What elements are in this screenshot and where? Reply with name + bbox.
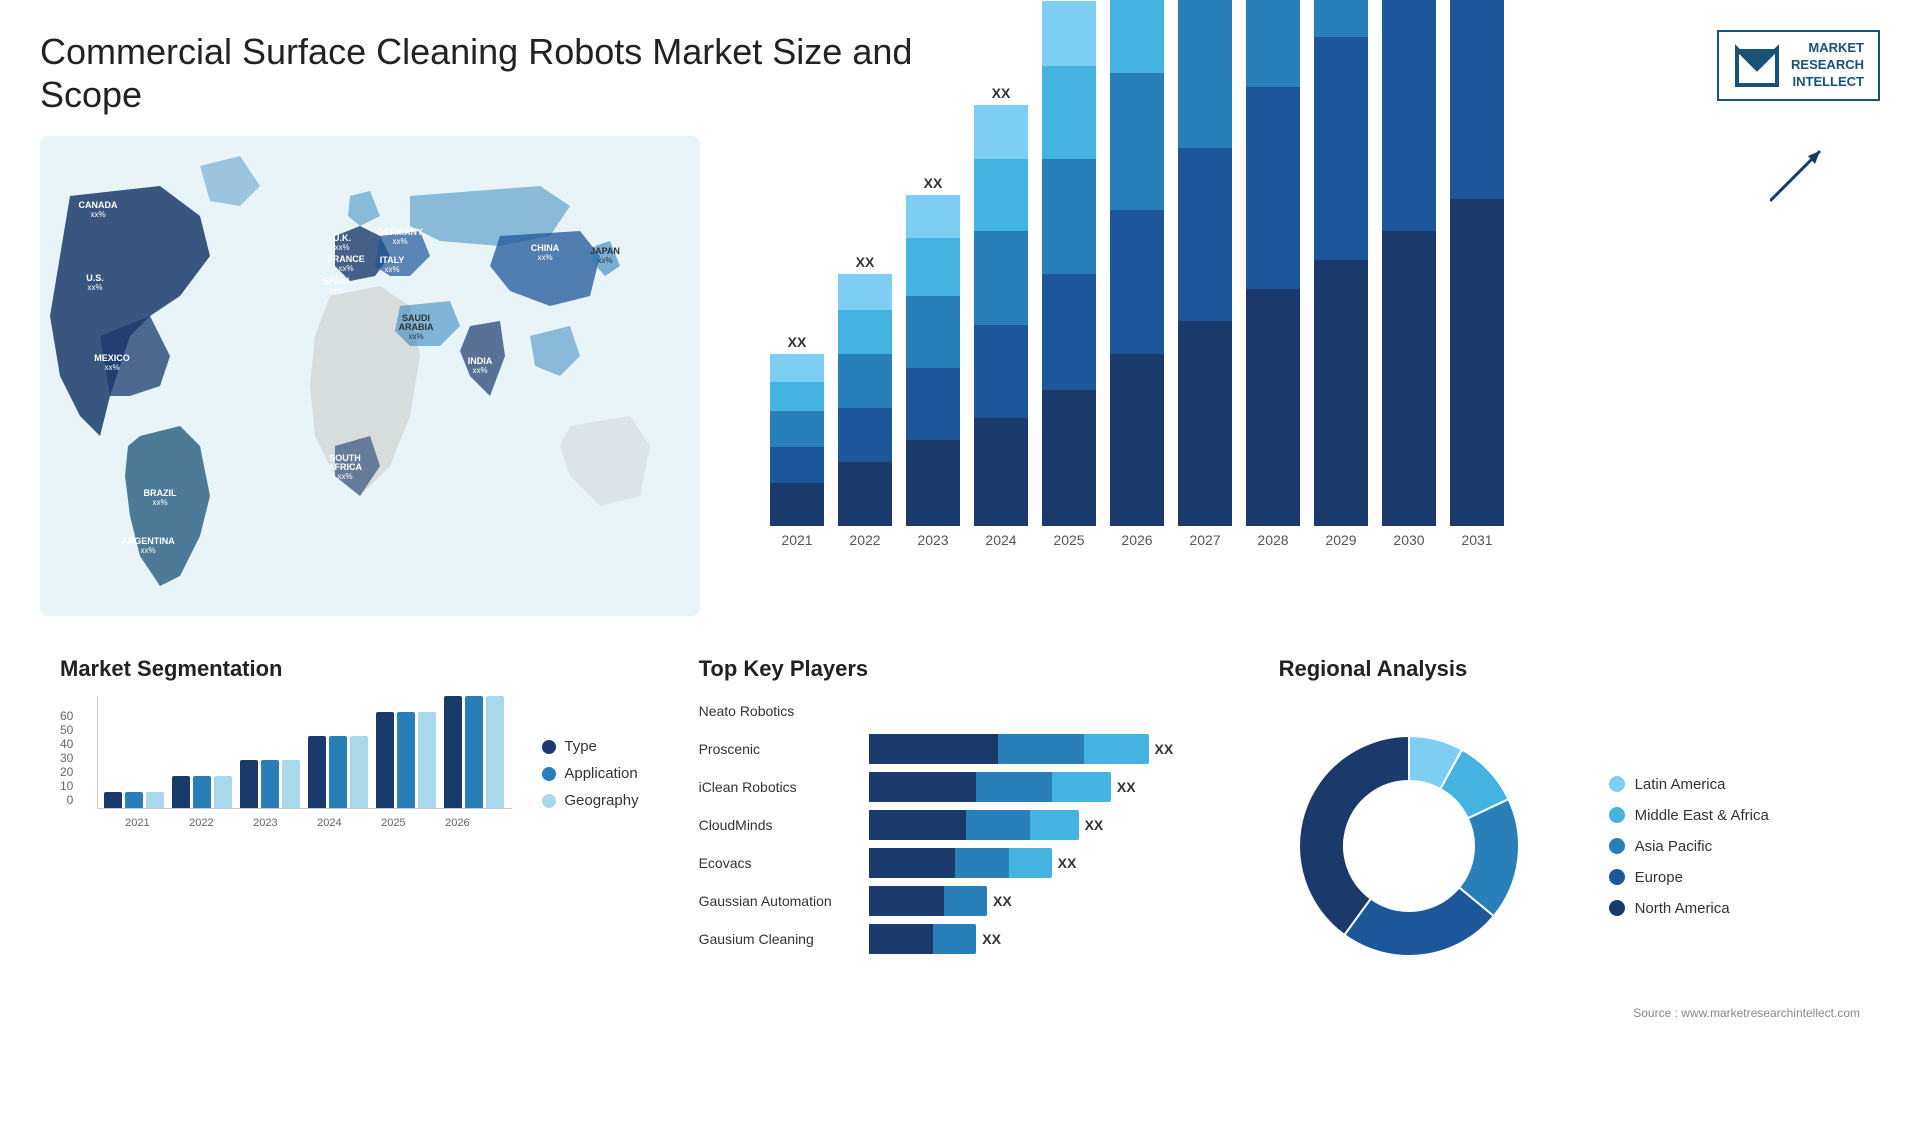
europe-label: Europe	[1635, 869, 1683, 886]
player-row: Gausium CleaningXX	[699, 924, 1219, 954]
logo-text: MARKET RESEARCH INTELLECT	[1791, 40, 1864, 91]
middle-east-dot	[1609, 807, 1625, 823]
svg-text:INDIA: INDIA	[468, 356, 493, 366]
regional-analysis-section: Regional Analysis Latin America Middle E…	[1259, 646, 1880, 1096]
svg-text:xx%: xx%	[408, 332, 423, 341]
market-segmentation-section: Market Segmentation 60 50 40 30 20 10 0 …	[40, 646, 659, 1096]
legend-geography: Geography	[542, 792, 638, 809]
player-row: Gaussian AutomationXX	[699, 886, 1219, 916]
player-row: CloudMindsXX	[699, 810, 1219, 840]
legend-middle-east-africa: Middle East & Africa	[1609, 807, 1769, 824]
seg-legend: Type Application Geography	[532, 738, 638, 829]
europe-dot	[1609, 869, 1625, 885]
page-header: Commercial Surface Cleaning Robots Marke…	[40, 30, 1880, 116]
svg-text:ARGENTINA: ARGENTINA	[121, 536, 175, 546]
svg-text:xx%: xx%	[384, 265, 399, 274]
world-map-svg: CANADA xx% U.S. xx% MEXICO xx% BRAZIL xx…	[40, 136, 700, 616]
svg-text:xx%: xx%	[104, 363, 119, 372]
bottom-section: Market Segmentation 60 50 40 30 20 10 0 …	[40, 646, 1880, 1096]
svg-text:AFRICA: AFRICA	[328, 462, 362, 472]
type-legend-dot	[542, 740, 556, 754]
latin-america-label: Latin America	[1635, 776, 1726, 793]
svg-text:CHINA: CHINA	[531, 243, 560, 253]
svg-text:U.S.: U.S.	[86, 273, 104, 283]
top-section: CANADA xx% U.S. xx% MEXICO xx% BRAZIL xx…	[40, 136, 1880, 616]
regional-legend: Latin America Middle East & Africa Asia …	[1609, 776, 1769, 917]
latin-america-dot	[1609, 776, 1625, 792]
svg-text:xx%: xx%	[87, 283, 102, 292]
svg-text:xx%: xx%	[334, 243, 349, 252]
players-chart-area: Neato Robotics ProscenicXX iClean Robotics…	[699, 696, 1219, 954]
svg-text:FRANCE: FRANCE	[327, 254, 365, 264]
donut-chart-svg	[1279, 696, 1579, 996]
application-legend-label: Application	[564, 765, 637, 782]
geography-legend-dot	[542, 794, 556, 808]
svg-text:ITALY: ITALY	[380, 255, 405, 265]
legend-north-america: North America	[1609, 900, 1769, 917]
type-legend-label: Type	[564, 738, 597, 755]
svg-text:xx%: xx%	[140, 546, 155, 555]
svg-text:xx%: xx%	[90, 210, 105, 219]
asia-pacific-dot	[1609, 838, 1625, 854]
legend-type: Type	[542, 738, 638, 755]
svg-text:xx%: xx%	[328, 286, 343, 295]
north-america-label: North America	[1635, 900, 1730, 917]
source-text: Source : www.marketresearchintellect.com	[1279, 1006, 1860, 1020]
svg-text:GERMANY: GERMANY	[377, 227, 423, 237]
svg-text:xx%: xx%	[597, 256, 612, 265]
svg-text:JAPAN: JAPAN	[590, 246, 620, 256]
svg-text:CANADA: CANADA	[79, 200, 118, 210]
segmentation-title: Market Segmentation	[60, 656, 639, 682]
application-legend-dot	[542, 767, 556, 781]
svg-text:BRAZIL: BRAZIL	[144, 488, 177, 498]
geography-legend-label: Geography	[564, 792, 638, 809]
player-row: Neato Robotics	[699, 696, 1219, 726]
legend-asia-pacific: Asia Pacific	[1609, 838, 1769, 855]
legend-application: Application	[542, 765, 638, 782]
svg-text:SPAIN: SPAIN	[323, 276, 350, 286]
players-title: Top Key Players	[699, 656, 1219, 682]
asia-pacific-label: Asia Pacific	[1635, 838, 1713, 855]
player-row: iClean RoboticsXX	[699, 772, 1219, 802]
svg-text:xx%: xx%	[338, 264, 353, 273]
market-size-bar-chart: XXXXXXXXXXXXXXXXXXXXXX 20212022202320242…	[730, 136, 1880, 616]
svg-text:U.K.: U.K.	[333, 233, 351, 243]
svg-text:xx%: xx%	[537, 253, 552, 262]
svg-text:xx%: xx%	[337, 472, 352, 481]
player-row: EcovacsXX	[699, 848, 1219, 878]
world-map-container: CANADA xx% U.S. xx% MEXICO xx% BRAZIL xx…	[40, 136, 700, 616]
north-america-dot	[1609, 900, 1625, 916]
svg-text:ARABIA: ARABIA	[399, 322, 434, 332]
logo-box: MARKET RESEARCH INTELLECT	[1717, 30, 1880, 101]
svg-text:xx%: xx%	[392, 237, 407, 246]
seg-bars-area	[97, 696, 512, 809]
player-row: ProscenicXX	[699, 734, 1219, 764]
svg-text:MEXICO: MEXICO	[94, 353, 130, 363]
page-title: Commercial Surface Cleaning Robots Marke…	[40, 30, 940, 116]
legend-europe: Europe	[1609, 869, 1769, 886]
donut-chart-area: Latin America Middle East & Africa Asia …	[1279, 696, 1860, 996]
brand-logo-icon	[1733, 41, 1781, 89]
seg-y-axis: 60 50 40 30 20 10 0	[60, 709, 77, 829]
regional-title: Regional Analysis	[1279, 656, 1860, 682]
middle-east-label: Middle East & Africa	[1635, 807, 1769, 824]
svg-text:xx%: xx%	[152, 498, 167, 507]
legend-latin-america: Latin America	[1609, 776, 1769, 793]
top-key-players-section: Top Key Players Neato Robotics ProscenicX…	[679, 646, 1239, 1096]
svg-text:xx%: xx%	[472, 366, 487, 375]
